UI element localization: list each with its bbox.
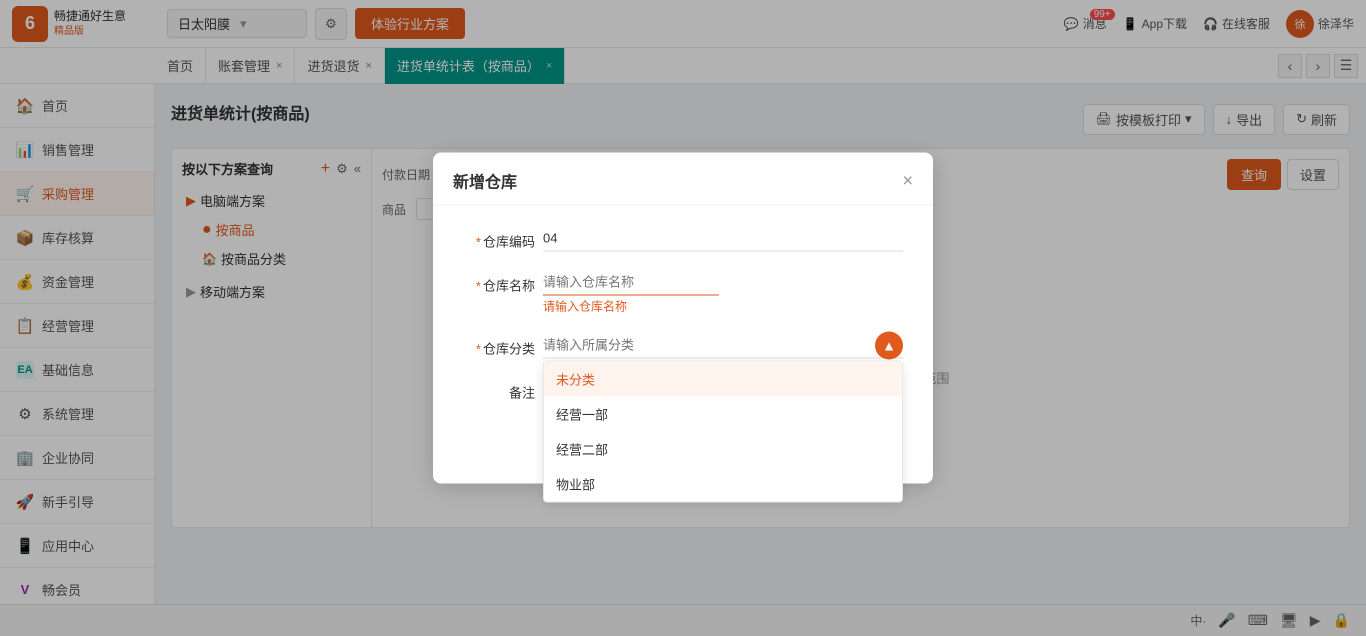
modal-title: 新增仓库 — [453, 169, 517, 193]
warehouse-code-input[interactable] — [543, 226, 903, 252]
name-error-message: 请输入仓库名称 — [543, 298, 627, 315]
category-dropdown-wrapper: ▲ 未分类 经营一部 经营二部 物业部 — [543, 333, 903, 359]
modal-close-button[interactable]: × — [902, 170, 913, 191]
category-dropdown-toggle[interactable]: ▲ — [875, 332, 903, 360]
category-dropdown-list: 未分类 经营一部 经营二部 物业部 — [543, 361, 903, 503]
dropdown-option-dept1[interactable]: 经营一部 — [544, 397, 902, 432]
modal-body: *仓库编码 *仓库名称 请输入仓库名称 *仓库分类 ▲ — [433, 206, 933, 403]
dropdown-option-dept3[interactable]: 物业部 — [544, 467, 902, 502]
new-warehouse-modal: 新增仓库 × *仓库编码 *仓库名称 请输入仓库名称 *仓库 — [433, 153, 933, 484]
category-label: *仓库分类 — [463, 333, 543, 358]
warehouse-code-row: *仓库编码 — [463, 226, 903, 252]
name-label: *仓库名称 — [463, 270, 543, 295]
warehouse-name-input[interactable] — [543, 270, 719, 296]
dropdown-option-unclassified[interactable]: 未分类 — [544, 362, 902, 397]
modal-header: 新增仓库 × — [433, 153, 933, 206]
remark-label: 备注 — [463, 377, 543, 402]
category-dropdown-input[interactable] — [543, 333, 903, 359]
code-label: *仓库编码 — [463, 226, 543, 251]
warehouse-category-row: *仓库分类 ▲ 未分类 经营一部 经营二部 物业部 — [463, 333, 903, 359]
dropdown-option-dept2[interactable]: 经营二部 — [544, 432, 902, 467]
warehouse-name-row: *仓库名称 请输入仓库名称 — [463, 270, 903, 315]
